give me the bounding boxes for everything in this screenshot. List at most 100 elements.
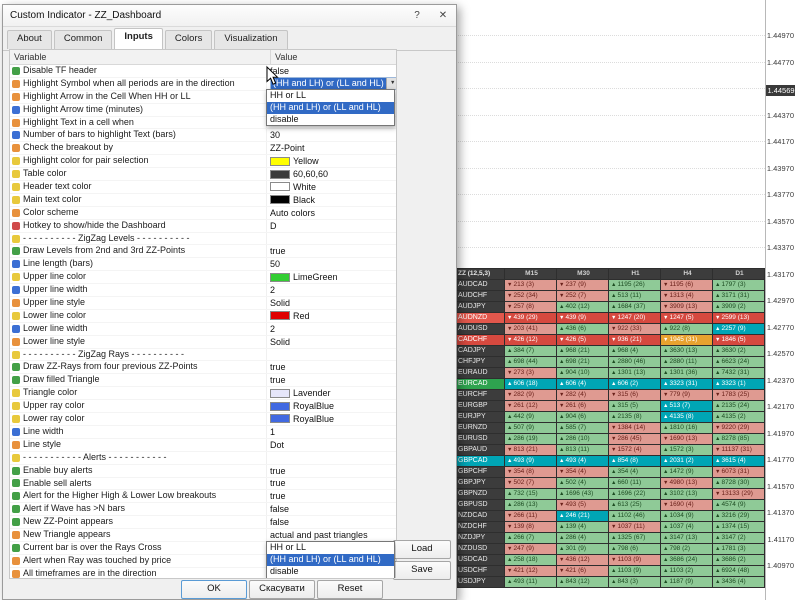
param-row[interactable]: Alert for the Higher High & Lower Low br… [10,490,396,504]
param-value[interactable]: 60,60,60 [267,169,396,179]
dashboard-cell[interactable]: ▲ 904 (6) [557,412,608,422]
dashboard-cell[interactable]: ▲ 3615 (4) [713,456,764,466]
dashboard-cell[interactable]: ▼ 6073 (31) [713,467,764,477]
pair-label[interactable]: USDJPY [456,577,504,587]
dashboard-cell[interactable]: ▲ 1810 (16) [661,423,712,433]
param-row[interactable]: Main text color Black [10,193,396,207]
save-button[interactable]: Save [393,561,451,580]
param-row[interactable]: Lower ray color RoyalBlue [10,413,396,426]
param-value[interactable]: Solid [267,337,396,347]
dashboard-cell[interactable]: ▲ 493 (4) [557,456,608,466]
dashboard-cell[interactable]: ▲ 2880 (11) [661,357,712,367]
pair-label[interactable]: NZDCHF [456,522,504,532]
dashboard-cell[interactable]: ▼ 354 (4) [557,467,608,477]
pair-label[interactable]: AUDUSD [456,324,504,334]
pair-label[interactable]: EURCAD [456,379,504,389]
dashboard-cell[interactable]: ▼ 502 (7) [505,478,556,488]
dashboard-cell[interactable]: ▼ 4980 (13) [661,478,712,488]
dashboard-cell[interactable]: ▼ 9220 (29) [713,423,764,433]
dashboard-cell[interactable]: ▼ 203 (41) [505,324,556,334]
dashboard-cell[interactable]: ▲ 904 (10) [557,368,608,378]
param-value[interactable]: Lavender [267,388,396,398]
dashboard-cell[interactable]: ▲ 507 (9) [505,423,556,433]
pair-label[interactable]: USDCAD [456,555,504,565]
param-row[interactable]: Line width 1 [10,425,396,439]
dashboard-cell[interactable]: ▲ 606 (2) [609,379,660,389]
dashboard-cell[interactable]: ▼ 261 (12) [505,401,556,411]
dashboard-cell[interactable]: ▲ 1195 (26) [609,280,660,290]
dashboard-cell[interactable]: ▲ 1572 (3) [661,445,712,455]
dashboard-cell[interactable]: ▼ 439 (29) [505,313,556,323]
param-row[interactable]: Triangle color Lavender [10,387,396,401]
dashboard-cell[interactable]: ▼ 1846 (5) [713,335,764,345]
param-row[interactable]: Table color 60,60,60 [10,168,396,182]
dashboard-cell[interactable]: ▲ 2880 (46) [609,357,660,367]
pair-label[interactable]: EURGBP [456,401,504,411]
dashboard-cell[interactable]: ▼ 1690 (13) [661,434,712,444]
param-value[interactable]: Dot [267,440,396,450]
dashboard-cell[interactable]: ▲ 8278 (85) [713,434,764,444]
dropdown-item[interactable]: disable [267,566,394,578]
pair-label[interactable]: EURNZD [456,423,504,433]
dashboard-cell[interactable]: ▼ 11137 (31) [713,445,764,455]
dashboard-cell[interactable]: ▲ 968 (21) [557,346,608,356]
dashboard-cell[interactable]: ▲ 6623 (24) [713,357,764,367]
dashboard-cell[interactable]: ▲ 7432 (31) [713,368,764,378]
dashboard-cell[interactable]: ▲ 6924 (48) [713,566,764,576]
dashboard-cell[interactable]: ▲ 3102 (13) [661,489,712,499]
param-value[interactable]: 2 [267,324,396,334]
dashboard-cell[interactable]: ▼ 936 (21) [609,335,660,345]
tab-visualization[interactable]: Visualization [214,30,288,49]
dashboard-cell[interactable]: ▲ 4135 (2) [713,412,764,422]
dashboard-cell[interactable]: ▲ 585 (7) [557,423,608,433]
dashboard-cell[interactable]: ▲ 968 (4) [609,346,660,356]
pair-label[interactable]: EURCHF [456,390,504,400]
ok-button[interactable]: OK [181,580,247,599]
pair-label[interactable]: AUDCHF [456,291,504,301]
dashboard-cell[interactable]: ▲ 384 (7) [505,346,556,356]
dashboard-cell[interactable]: ▲ 493 (11) [505,577,556,587]
dropdown-item[interactable]: HH or LL [267,90,394,102]
param-value[interactable]: Auto colors [267,208,396,218]
pair-label[interactable]: GBPNZD [456,489,504,499]
param-row[interactable]: Lower line width 2 [10,322,396,336]
param-value[interactable]: true [267,375,396,385]
param-value[interactable]: LimeGreen [267,272,396,282]
dashboard-cell[interactable]: ▼ 426 (5) [557,335,608,345]
dashboard-cell[interactable]: ▲ 493 (9) [505,456,556,466]
dashboard-cell[interactable]: ▲ 286 (4) [557,533,608,543]
dashboard-cell[interactable]: ▲ 3216 (29) [713,511,764,521]
pair-label[interactable]: EURUSD [456,434,504,444]
dashboard-cell[interactable]: ▼ 439 (9) [557,313,608,323]
dashboard-cell[interactable]: ▲ 843 (12) [557,577,608,587]
dashboard-cell[interactable]: ▼ 282 (9) [505,390,556,400]
dashboard-cell[interactable]: ▼ 1247 (5) [661,313,712,323]
param-value[interactable]: RoyalBlue [267,401,396,411]
param-row[interactable]: - - - - - - - - - - - Alerts - - - - - -… [10,451,396,465]
param-row[interactable]: Lower line style Solid [10,335,396,349]
dashboard-cell[interactable]: ▼ 421 (6) [557,566,608,576]
param-row[interactable]: Header text color White [10,181,396,194]
dashboard-cell[interactable]: ▲ 798 (6) [609,544,660,554]
param-value[interactable]: 1 [267,427,396,437]
pair-label[interactable]: GBPCHF [456,467,504,477]
dashboard-cell[interactable]: ▲ 698 (44) [505,357,556,367]
pair-label[interactable]: AUDJPY [456,302,504,312]
param-value[interactable]: 2 [267,285,396,295]
dashboard-cell[interactable]: ▲ 2031 (2) [661,456,712,466]
dashboard-cell[interactable]: ▲ 1103 (9) [609,566,660,576]
param-value[interactable]: true [267,466,396,476]
dashboard-cell[interactable]: ▲ 3686 (2) [713,555,764,565]
param-value[interactable]: Yellow [267,156,396,166]
param-row[interactable]: Line style Dot [10,438,396,452]
dashboard-cell[interactable]: ▼ 1572 (4) [609,445,660,455]
param-value[interactable]: D [267,221,396,231]
tab-colors[interactable]: Colors [164,30,213,49]
dashboard-cell[interactable]: ▲ 922 (8) [661,324,712,334]
param-value[interactable]: false [267,66,396,76]
dashboard-cell[interactable]: ▲ 1684 (37) [609,302,660,312]
dashboard-cell[interactable]: ▲ 246 (21) [557,511,608,521]
param-row[interactable]: Enable buy alerts true [10,464,396,478]
dashboard-cell[interactable]: ▲ 4574 (9) [713,500,764,510]
dashboard-cell[interactable]: ▲ 1374 (15) [713,522,764,532]
